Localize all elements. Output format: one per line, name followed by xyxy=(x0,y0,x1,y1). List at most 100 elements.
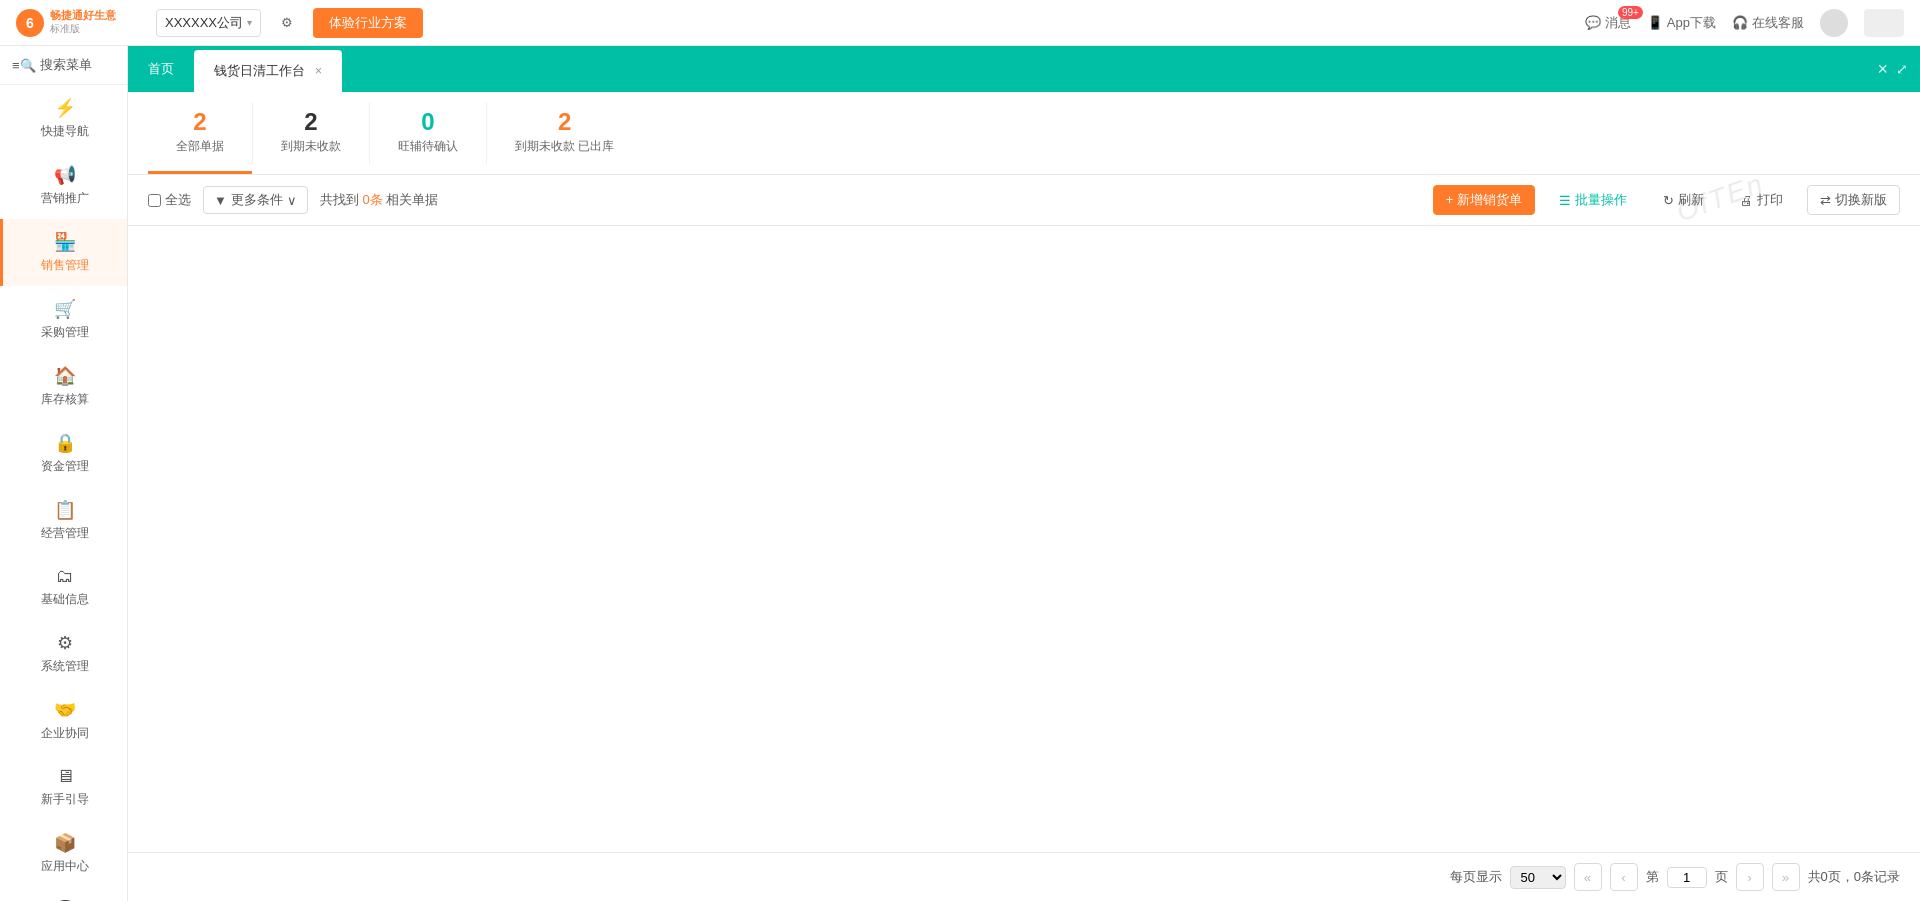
logo-area: 6 畅捷通好生意 标准版 xyxy=(16,9,144,37)
message-icon: 💬 xyxy=(1585,15,1601,30)
add-sale-btn[interactable]: + 新增销货单 xyxy=(1433,185,1535,215)
per-page-select[interactable]: 50 20 100 xyxy=(1510,866,1566,889)
sidebar-item-inventory[interactable]: 🏠 库存核算 xyxy=(0,353,127,420)
sidebar-item-quick-nav[interactable]: ⚡ 快捷导航 xyxy=(0,85,127,152)
tab-bar-actions: × ⤢ xyxy=(1877,59,1920,80)
sidebar-item-operation[interactable]: 📋 经营管理 xyxy=(0,487,127,554)
sidebar-label-inventory: 库存核算 xyxy=(41,391,89,408)
finance-icon: 🔒 xyxy=(54,432,76,454)
sidebar-label-finance: 资金管理 xyxy=(41,458,89,475)
print-btn[interactable]: 🖨 打印 xyxy=(1728,186,1795,214)
sidebar-label-quick-nav: 快捷导航 xyxy=(41,123,89,140)
tab-close-icon[interactable]: × xyxy=(315,64,322,78)
app-download-label: App下载 xyxy=(1667,14,1716,32)
sidebar: ≡🔍 搜索菜单 ⚡ 快捷导航 📢 营销推广 🏪 销售管理 🛒 采购管理 🏠 库存… xyxy=(0,46,128,901)
system-icon: ⚙ xyxy=(57,632,73,654)
content-area: 首页 钱货日清工作台 × × ⤢ 2 全部单据 2 xyxy=(128,46,1920,901)
purchase-icon: 🛒 xyxy=(54,298,76,320)
online-service-btn[interactable]: 🎧 在线客服 xyxy=(1732,14,1804,32)
table-area xyxy=(128,226,1920,852)
filter-btn[interactable]: ▼ 更多条件 ∨ xyxy=(203,186,308,214)
page-input[interactable] xyxy=(1667,867,1707,888)
tab-expand-btn[interactable]: ⤢ xyxy=(1896,61,1908,77)
page-content: 2 全部单据 2 到期未收款 0 旺辅待确认 2 到期未收款 已出库 xyxy=(128,92,1920,901)
sidebar-item-system[interactable]: ⚙ 系统管理 xyxy=(0,620,127,687)
sidebar-label-sales: 销售管理 xyxy=(41,257,89,274)
stat-overdue-unpaid-num: 2 xyxy=(304,108,317,136)
select-all-input[interactable] xyxy=(148,194,161,207)
page-label2: 页 xyxy=(1715,868,1728,886)
message-btn[interactable]: 💬 消息 99+ xyxy=(1585,14,1631,32)
refresh-btn[interactable]: ↻ 刷新 xyxy=(1651,186,1716,214)
avatar[interactable] xyxy=(1820,9,1848,37)
sidebar-item-wechat[interactable]: 💬 企业微信 xyxy=(0,887,127,901)
total-label: 共0页，0条记录 xyxy=(1808,868,1900,886)
batch-btn[interactable]: ☰ 批量操作 xyxy=(1547,186,1639,214)
sidebar-item-purchase[interactable]: 🛒 采购管理 xyxy=(0,286,127,353)
logo-icon: 6 xyxy=(16,9,44,37)
print-label: 打印 xyxy=(1757,191,1783,209)
sidebar-label-enterprise: 企业协同 xyxy=(41,725,89,742)
search-menu-btn[interactable]: ≡🔍 搜索菜单 xyxy=(0,46,127,85)
per-page-label: 每页显示 xyxy=(1450,868,1502,886)
stat-all-num: 2 xyxy=(193,108,206,136)
tab-workbench-label: 钱货日清工作台 xyxy=(214,62,305,80)
tab-home[interactable]: 首页 xyxy=(128,46,194,92)
main-layout: ≡🔍 搜索菜单 ⚡ 快捷导航 📢 营销推广 🏪 销售管理 🛒 采购管理 🏠 库存… xyxy=(0,46,1920,901)
result-count: 0条 xyxy=(363,192,383,207)
result-suffix: 相关单据 xyxy=(386,192,438,207)
app-download-btn[interactable]: 📱 App下载 xyxy=(1647,14,1716,32)
company-selector[interactable]: XXXXXX公司 ▾ xyxy=(156,9,261,37)
result-prefix: 共找到 xyxy=(320,192,359,207)
tab-home-label: 首页 xyxy=(148,60,174,78)
sidebar-label-operation: 经营管理 xyxy=(41,525,89,542)
header-right: 💬 消息 99+ 📱 App下载 🎧 在线客服 xyxy=(1585,9,1904,37)
appstore-icon: 📦 xyxy=(54,832,76,854)
user-name[interactable] xyxy=(1864,9,1904,37)
sidebar-item-appstore[interactable]: 📦 应用中心 xyxy=(0,820,127,887)
result-text: 共找到 0条 相关单据 xyxy=(320,191,438,209)
sidebar-item-base[interactable]: 🗂 基础信息 xyxy=(0,554,127,620)
filter-icon: ▼ xyxy=(214,193,227,208)
prev-page-btn[interactable]: ‹ xyxy=(1610,863,1638,891)
sidebar-label-guide: 新手引导 xyxy=(41,791,89,808)
stat-wangdian[interactable]: 0 旺辅待确认 xyxy=(370,92,486,174)
batch-label: 批量操作 xyxy=(1575,191,1627,209)
next-page-btn[interactable]: › xyxy=(1736,863,1764,891)
stat-wangdian-label: 旺辅待确认 xyxy=(398,138,458,155)
toolbar-left: 全选 ▼ 更多条件 ∨ 共找到 0条 相关单据 xyxy=(148,186,438,214)
stats-row: 2 全部单据 2 到期未收款 0 旺辅待确认 2 到期未收款 已出库 xyxy=(128,92,1920,175)
quick-nav-icon: ⚡ xyxy=(54,97,76,119)
chevron-down-icon: ▾ xyxy=(247,17,252,28)
settings-icon[interactable]: ⚙ xyxy=(273,9,301,37)
stat-all[interactable]: 2 全部单据 xyxy=(148,92,252,174)
try-btn[interactable]: 体验行业方案 xyxy=(313,8,423,38)
company-name: XXXXXX公司 xyxy=(165,14,243,32)
tab-close-btn[interactable]: × xyxy=(1877,59,1888,80)
first-page-btn[interactable]: « xyxy=(1574,863,1602,891)
select-all-checkbox[interactable]: 全选 xyxy=(148,191,191,209)
sidebar-item-marketing[interactable]: 📢 营销推广 xyxy=(0,152,127,219)
sidebar-item-finance[interactable]: 🔒 资金管理 xyxy=(0,420,127,487)
sidebar-label-marketing: 营销推广 xyxy=(41,190,89,207)
stat-overdue-unpaid[interactable]: 2 到期未收款 xyxy=(253,92,369,174)
stat-overdue-unshipped[interactable]: 2 到期未收款 已出库 xyxy=(487,92,642,174)
top-header: 6 畅捷通好生意 标准版 XXXXXX公司 ▾ ⚙ 体验行业方案 💬 消息 99… xyxy=(0,0,1920,46)
refresh-icon: ↻ xyxy=(1663,193,1674,208)
tab-workbench[interactable]: 钱货日清工作台 × xyxy=(194,50,342,92)
batch-icon: ☰ xyxy=(1559,193,1571,208)
switch-label: 切换新版 xyxy=(1835,191,1887,209)
switch-icon: ⇄ xyxy=(1820,193,1831,208)
sidebar-item-sales[interactable]: 🏪 销售管理 xyxy=(0,219,127,286)
message-badge: 99+ xyxy=(1618,6,1643,19)
switch-version-btn[interactable]: ⇄ 切换新版 xyxy=(1807,185,1900,215)
tab-bar: 首页 钱货日清工作台 × × ⤢ xyxy=(128,46,1920,92)
sidebar-item-guide[interactable]: 🖥 新手引导 xyxy=(0,754,127,820)
stat-overdue-unshipped-label: 到期未收款 已出库 xyxy=(515,138,614,155)
service-icon: 🎧 xyxy=(1732,15,1748,30)
search-icon: ≡🔍 xyxy=(12,58,36,73)
stat-wangdian-num: 0 xyxy=(421,108,434,136)
last-page-btn[interactable]: » xyxy=(1772,863,1800,891)
download-icon: 📱 xyxy=(1647,15,1663,30)
sidebar-item-enterprise[interactable]: 🤝 企业协同 xyxy=(0,687,127,754)
